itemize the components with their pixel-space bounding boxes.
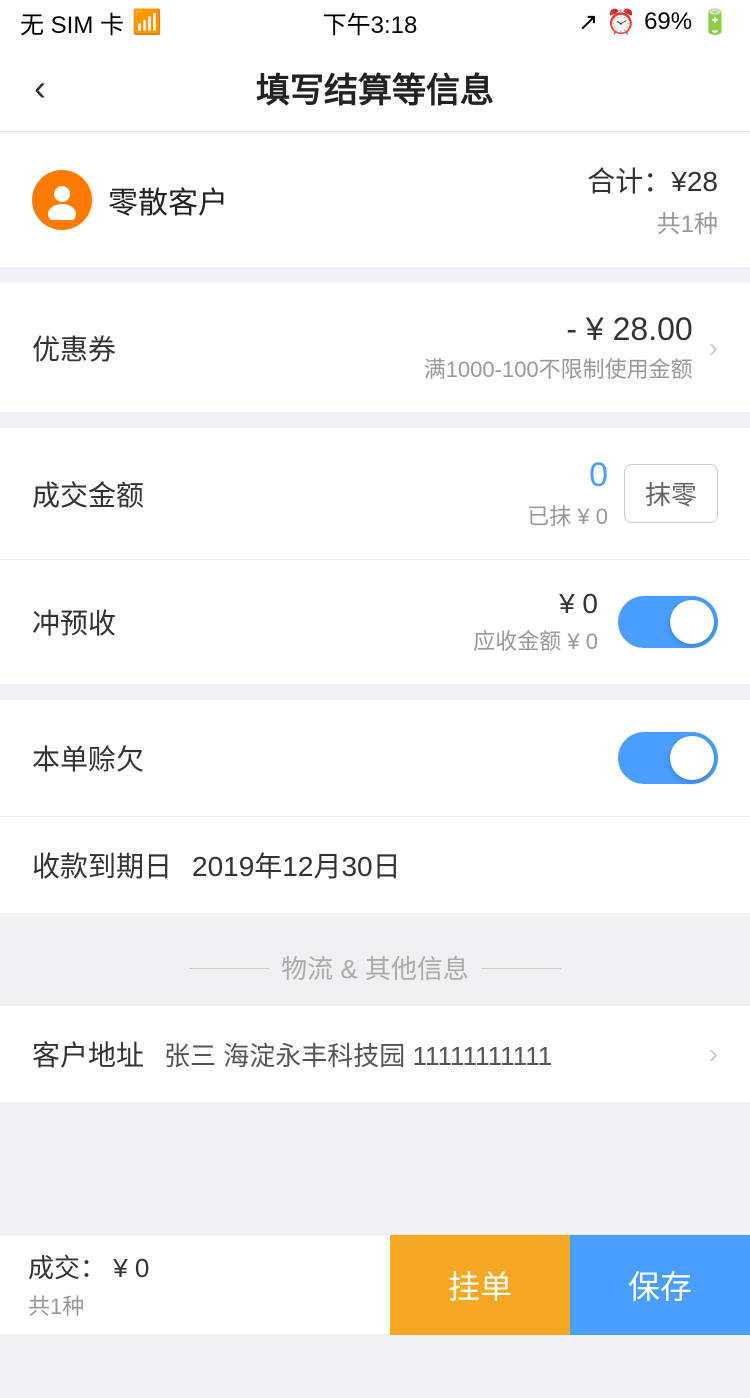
hang-button[interactable]: 挂单: [390, 1235, 570, 1335]
precollect-main: ¥ 0: [473, 588, 598, 620]
toggle-knob: [670, 600, 714, 644]
bottom-bar: 成交： ¥ 0 共1种 挂单 保存: [0, 1234, 750, 1334]
amount-row: 成交金额 0 已抹 ¥ 0 抹零: [0, 428, 750, 559]
avatar: [32, 170, 92, 230]
coupon-right: - ¥ 28.00 满1000-100不限制使用金额 ›: [424, 311, 718, 384]
status-time: 下午3:18: [323, 5, 418, 40]
address-label: 客户地址: [32, 1034, 152, 1074]
battery-icon: 🔋: [700, 8, 730, 37]
customer-left: 零散客户: [32, 170, 228, 230]
battery-text: 69%: [644, 8, 692, 36]
save-button[interactable]: 保存: [570, 1235, 750, 1335]
logistics-divider-text: 物流 & 其他信息: [281, 949, 469, 986]
amount-section: 成交金额 0 已抹 ¥ 0 抹零 冲预收 ¥ 0 应收金额 ¥ 0: [0, 428, 750, 684]
alarm-icon: ⏰: [606, 8, 636, 37]
amount-right: 0 已抹 ¥ 0 抹零: [527, 456, 718, 531]
customer-row: 零散客户 合计：¥28 共1种: [0, 132, 750, 267]
nav-bar: ‹ 填写结算等信息: [0, 44, 750, 132]
duedate-value: 2019年12月30日: [192, 845, 401, 885]
round-button[interactable]: 抹零: [624, 464, 718, 523]
total-count: 共1种: [587, 204, 718, 239]
coupon-row[interactable]: 优惠券 - ¥ 28.00 满1000-100不限制使用金额 ›: [0, 283, 750, 412]
logistics-divider: 物流 & 其他信息: [0, 929, 750, 1006]
amount-value: 0: [527, 456, 608, 495]
customer-name: 零散客户: [108, 178, 228, 222]
coupon-label: 优惠券: [32, 328, 152, 368]
status-left: 无 SIM 卡 📶: [20, 5, 162, 40]
amount-values: 0 已抹 ¥ 0: [527, 456, 608, 531]
back-button[interactable]: ‹: [24, 57, 56, 119]
address-value: 张三 海淀永丰科技园 11111111111: [164, 1036, 697, 1073]
duedate-label: 收款到期日: [32, 845, 172, 885]
customer-total: 合计：¥28 共1种: [587, 160, 718, 239]
coupon-discount: - ¥ 28.00: [424, 311, 693, 348]
coupon-subtext: 满1000-100不限制使用金额: [424, 352, 693, 384]
wifi-icon: 📶: [132, 8, 162, 37]
duedate-row[interactable]: 收款到期日 2019年12月30日: [0, 816, 750, 913]
coupon-values: - ¥ 28.00 满1000-100不限制使用金额: [424, 311, 693, 384]
precollect-sub: 应收金额 ¥ 0: [473, 624, 598, 656]
chevron-right-icon: ›: [709, 332, 718, 364]
address-chevron-icon: ›: [709, 1038, 718, 1070]
status-bar: 无 SIM 卡 📶 下午3:18 ↗ ⏰ 69% 🔋: [0, 0, 750, 44]
bottom-summary-sub: 共1种: [28, 1289, 362, 1321]
location-icon: ↗: [578, 8, 598, 37]
debt-label: 本单赊欠: [32, 738, 144, 778]
address-section[interactable]: 客户地址 张三 海淀永丰科技园 11111111111 ›: [0, 1006, 750, 1102]
precollect-row: 冲预收 ¥ 0 应收金额 ¥ 0: [0, 559, 750, 684]
status-right: ↗ ⏰ 69% 🔋: [578, 8, 730, 37]
amount-sub: 已抹 ¥ 0: [527, 499, 608, 531]
total-amount: 合计：¥28: [587, 160, 718, 200]
debt-section: 本单赊欠 收款到期日 2019年12月30日: [0, 700, 750, 913]
precollect-right: ¥ 0 应收金额 ¥ 0: [473, 588, 718, 656]
bottom-summary-main: 成交： ¥ 0: [28, 1248, 362, 1285]
address-row[interactable]: 客户地址 张三 海淀永丰科技园 11111111111 ›: [0, 1006, 750, 1102]
debt-row: 本单赊欠: [0, 700, 750, 816]
precollect-amounts: ¥ 0 应收金额 ¥ 0: [473, 588, 598, 656]
coupon-section[interactable]: 优惠券 - ¥ 28.00 满1000-100不限制使用金额 ›: [0, 283, 750, 412]
debt-toggle[interactable]: [618, 732, 718, 784]
customer-section: 零散客户 合计：¥28 共1种: [0, 132, 750, 267]
carrier-text: 无 SIM 卡: [20, 5, 124, 40]
debt-toggle-knob: [670, 736, 714, 780]
precollect-label: 冲预收: [32, 602, 152, 642]
bottom-summary: 成交： ¥ 0 共1种: [0, 1248, 390, 1321]
page-title: 填写结算等信息: [256, 63, 494, 112]
precollect-toggle[interactable]: [618, 596, 718, 648]
amount-label: 成交金额: [32, 474, 152, 514]
